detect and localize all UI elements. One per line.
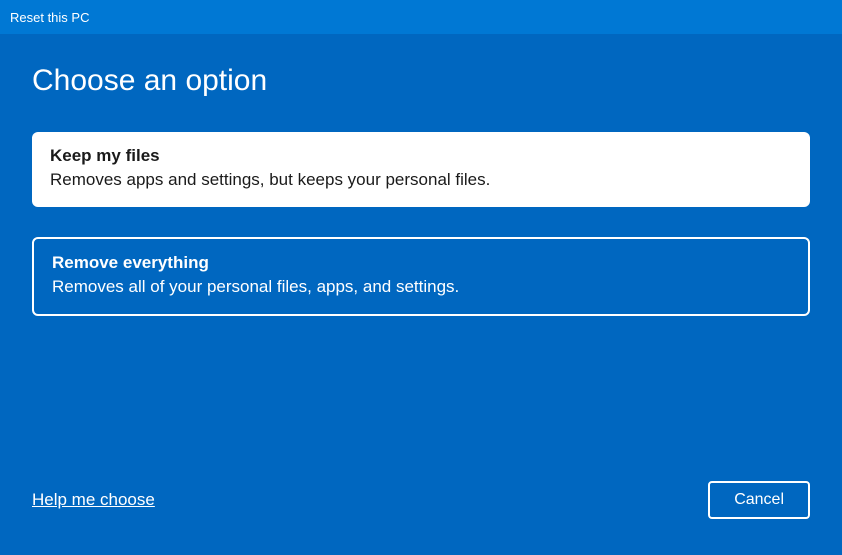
option-description: Removes all of your personal files, apps… (52, 276, 790, 298)
page-title: Choose an option (32, 64, 810, 98)
option-description: Removes apps and settings, but keeps you… (50, 169, 792, 191)
option-title: Keep my files (50, 145, 792, 167)
window-title: Reset this PC (10, 10, 89, 25)
help-me-choose-link[interactable]: Help me choose (32, 490, 155, 510)
option-title: Remove everything (52, 252, 790, 274)
cancel-button[interactable]: Cancel (708, 481, 810, 519)
content-area: Choose an option Keep my files Removes a… (0, 34, 842, 555)
option-keep-my-files[interactable]: Keep my files Removes apps and settings,… (32, 132, 810, 207)
titlebar: Reset this PC (0, 0, 842, 34)
option-remove-everything[interactable]: Remove everything Removes all of your pe… (32, 237, 810, 316)
footer: Help me choose Cancel (32, 481, 810, 535)
spacer (32, 346, 810, 481)
